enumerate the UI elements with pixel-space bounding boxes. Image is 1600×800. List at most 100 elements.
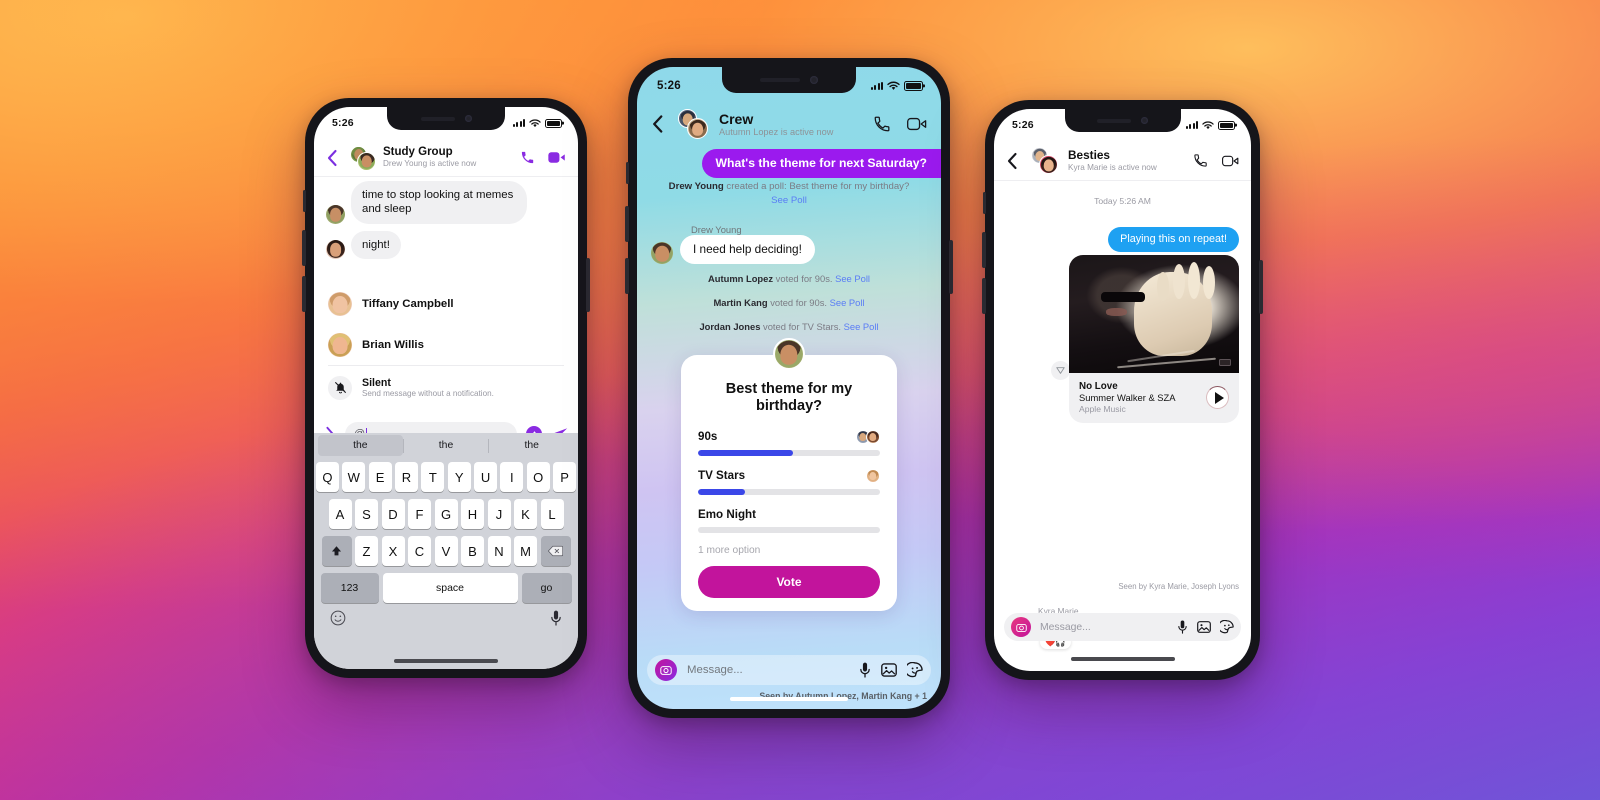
- microphone-icon[interactable]: [550, 610, 562, 626]
- see-poll-link[interactable]: See Poll: [844, 321, 879, 332]
- backspace-icon[interactable]: [540, 536, 571, 566]
- key-n[interactable]: N: [487, 536, 511, 566]
- shift-icon[interactable]: [321, 536, 352, 566]
- key-w[interactable]: W: [342, 462, 366, 492]
- phone-crew: 5:26 Crew Autumn Lopez is active now Wha…: [625, 58, 953, 718]
- battery-icon: [1218, 120, 1237, 130]
- key-b[interactable]: B: [461, 536, 484, 566]
- poll-more-option[interactable]: 1 more option: [698, 545, 880, 556]
- prediction-item[interactable]: the: [404, 440, 489, 451]
- prediction-item[interactable]: the: [489, 440, 574, 451]
- phone-call-icon[interactable]: [1193, 153, 1208, 168]
- mention-label: Brian Willis: [362, 338, 424, 351]
- photo-icon[interactable]: [881, 662, 897, 678]
- video-camera-icon[interactable]: [907, 117, 927, 131]
- key-l[interactable]: L: [540, 499, 564, 529]
- key-p[interactable]: P: [553, 462, 576, 492]
- see-poll-link[interactable]: See Poll: [830, 297, 865, 308]
- front-camera: [1141, 117, 1148, 124]
- earpiece-speaker: [1097, 118, 1131, 123]
- message-bubble-outgoing[interactable]: Playing this on repeat!: [1108, 227, 1239, 253]
- chat-title: Crew: [719, 110, 754, 127]
- sticker-icon[interactable]: [907, 662, 923, 678]
- key-o[interactable]: O: [526, 462, 550, 492]
- key-q[interactable]: Q: [316, 462, 339, 492]
- message-placeholder[interactable]: Message...: [1040, 622, 1168, 633]
- key-g[interactable]: G: [434, 499, 458, 529]
- numeric-key[interactable]: 123: [320, 573, 379, 603]
- music-card[interactable]: No Love Summer Walker & SZA Apple Music: [1069, 255, 1239, 423]
- forward-icon[interactable]: [1051, 361, 1070, 380]
- message-bubble[interactable]: time to stop looking at memes and sleep: [351, 181, 527, 224]
- key-s[interactable]: S: [355, 499, 378, 529]
- poll-option-90s[interactable]: 90s: [698, 429, 880, 456]
- avatar[interactable]: [326, 204, 345, 224]
- emoji-icon[interactable]: [330, 610, 346, 626]
- see-poll-link[interactable]: See Poll: [835, 273, 870, 284]
- avatar[interactable]: [326, 239, 345, 259]
- space-key[interactable]: space: [382, 573, 518, 603]
- photo-icon[interactable]: [1197, 620, 1211, 634]
- key-m[interactable]: M: [514, 536, 537, 566]
- message-bubble-outgoing[interactable]: What's the theme for next Saturday?: [701, 149, 941, 179]
- cellular-signal-icon: [871, 81, 883, 91]
- group-avatar-besties[interactable]: [1031, 147, 1058, 174]
- video-camera-icon[interactable]: [1222, 155, 1239, 167]
- battery-icon: [545, 118, 564, 128]
- group-avatar-crew[interactable]: [678, 109, 708, 139]
- message-list-study-group: time to stop looking at memes and sleep …: [314, 181, 578, 266]
- chat-subtitle: Kyra Marie is active now: [1068, 162, 1157, 172]
- key-v[interactable]: V: [434, 536, 458, 566]
- status-time: 5:26: [657, 80, 681, 92]
- key-z[interactable]: Z: [355, 536, 378, 566]
- poll-option-emo-night[interactable]: Emo Night: [698, 508, 880, 533]
- system-actor: Martin Kang: [713, 297, 768, 308]
- mention-item-silent[interactable]: Silent Send message without a notificati…: [328, 365, 564, 409]
- group-avatar-study-group[interactable]: [350, 145, 376, 171]
- key-t[interactable]: T: [421, 462, 445, 492]
- key-k[interactable]: K: [514, 499, 537, 529]
- key-r[interactable]: R: [395, 462, 418, 492]
- camera-icon[interactable]: [1011, 617, 1031, 637]
- play-icon[interactable]: [1206, 386, 1229, 409]
- poll-author-avatar[interactable]: [773, 338, 805, 370]
- prediction-item[interactable]: the: [318, 435, 403, 456]
- system-line-poll-created: Drew Young created a poll: Best theme fo…: [637, 180, 941, 208]
- key-j[interactable]: J: [487, 499, 511, 529]
- message-row: time to stop looking at memes and sleep: [326, 181, 566, 224]
- see-poll-link[interactable]: See Poll: [771, 195, 807, 206]
- microphone-icon[interactable]: [1177, 620, 1188, 634]
- video-camera-icon[interactable]: [548, 151, 566, 164]
- camera-icon[interactable]: [655, 659, 677, 681]
- microphone-icon[interactable]: [859, 662, 871, 678]
- key-e[interactable]: E: [368, 462, 392, 492]
- key-i[interactable]: I: [500, 462, 524, 492]
- phone-call-icon[interactable]: [873, 115, 891, 133]
- message-bubble[interactable]: night!: [351, 230, 401, 259]
- message-row: night!: [326, 230, 566, 259]
- key-h[interactable]: H: [461, 499, 484, 529]
- phone-call-icon[interactable]: [520, 150, 535, 165]
- chevron-left-icon[interactable]: [326, 149, 339, 167]
- key-u[interactable]: U: [474, 462, 497, 492]
- system-line-vote-2: Martin Kang voted for 90s. See Poll: [637, 297, 941, 308]
- keyboard-row-1: Q W E R T Y U I O P: [316, 462, 576, 492]
- return-key[interactable]: go: [521, 573, 572, 603]
- chevron-left-icon[interactable]: [651, 114, 665, 134]
- chevron-left-icon[interactable]: [1006, 152, 1019, 170]
- key-x[interactable]: X: [381, 536, 405, 566]
- key-d[interactable]: D: [381, 499, 405, 529]
- message-placeholder[interactable]: Message...: [687, 664, 849, 676]
- key-y[interactable]: Y: [447, 462, 471, 492]
- mention-item-brian-willis[interactable]: Brian Willis: [328, 324, 564, 365]
- mention-item-tiffany-campbell[interactable]: Tiffany Campbell: [328, 283, 564, 324]
- poll-vote-button[interactable]: Vote: [698, 565, 880, 598]
- message-bubble-incoming[interactable]: I need help deciding!: [680, 235, 815, 264]
- poll-option-tv-stars[interactable]: TV Stars: [698, 468, 880, 495]
- system-actor: Drew Young: [668, 181, 724, 192]
- key-c[interactable]: C: [408, 536, 431, 566]
- avatar[interactable]: [651, 241, 673, 264]
- key-f[interactable]: F: [408, 499, 431, 529]
- sticker-icon[interactable]: [1220, 620, 1234, 634]
- key-a[interactable]: A: [328, 499, 352, 529]
